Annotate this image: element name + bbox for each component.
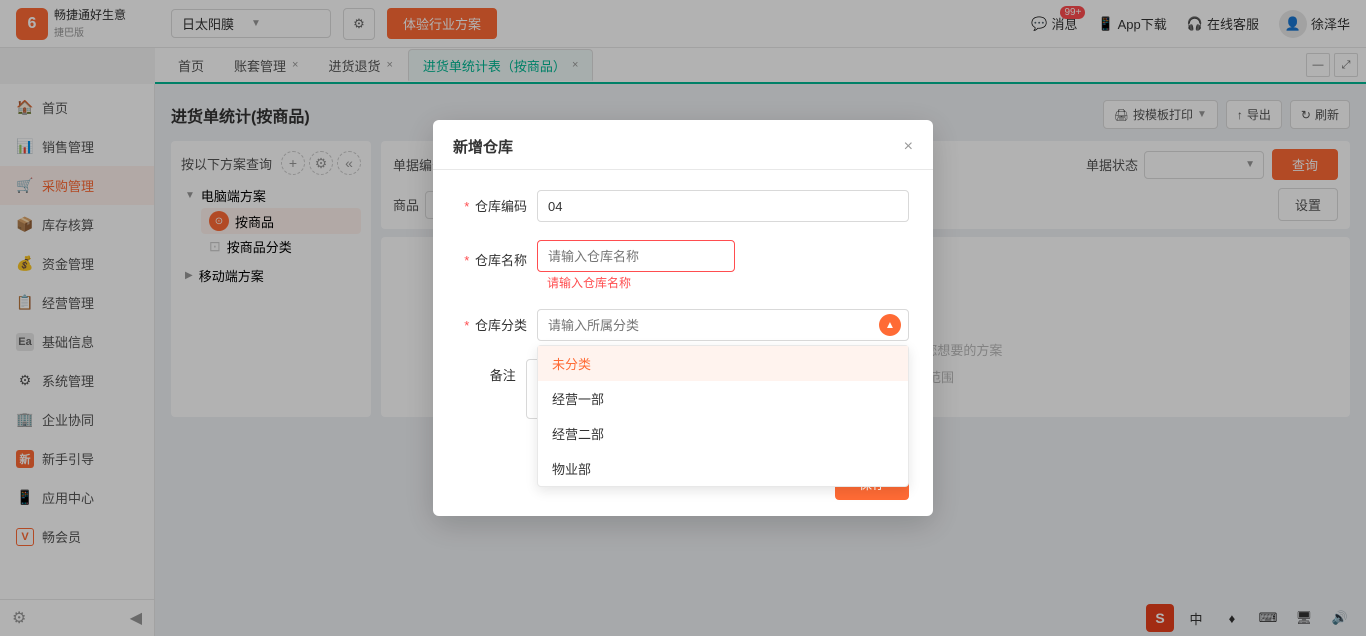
name-error-message: 请输入仓库名称 (547, 274, 631, 291)
classify-wrapper: ▲ 未分类 经营一部 经营二部 物业部 (537, 309, 909, 341)
dialog-title: 新增仓库 (453, 136, 513, 157)
dropdown-item-ops2[interactable]: 经营二部 (538, 416, 908, 451)
classify-dropdown-list: 未分类 经营一部 经营二部 物业部 (537, 345, 909, 487)
code-input[interactable] (537, 190, 909, 222)
name-label: * 仓库名称 (457, 244, 537, 269)
dialog-close-button[interactable]: × (904, 138, 913, 156)
classify-input[interactable] (537, 309, 909, 341)
dropdown-item-property[interactable]: 物业部 (538, 451, 908, 486)
note-label: 备注 (457, 359, 526, 384)
dialog-header: 新增仓库 × (433, 120, 933, 170)
classify-toggle-button[interactable]: ▲ (879, 314, 901, 336)
dialog-body: * 仓库编码 * 仓库名称 请输入仓库名称 * 仓库分类 (433, 170, 933, 457)
name-input[interactable] (537, 240, 735, 272)
code-label: * 仓库编码 (457, 190, 537, 215)
dropdown-item-ops1[interactable]: 经营一部 (538, 381, 908, 416)
new-warehouse-dialog: 新增仓库 × * 仓库编码 * 仓库名称 请输入仓库名称 (433, 120, 933, 516)
form-row-code: * 仓库编码 (457, 190, 909, 222)
form-row-classify: * 仓库分类 ▲ 未分类 经营一部 经营二部 物业部 (457, 309, 909, 341)
classify-label: * 仓库分类 (457, 309, 537, 334)
form-row-name: * 仓库名称 请输入仓库名称 (457, 240, 909, 291)
dropdown-item-uncategorized[interactable]: 未分类 (538, 346, 908, 381)
